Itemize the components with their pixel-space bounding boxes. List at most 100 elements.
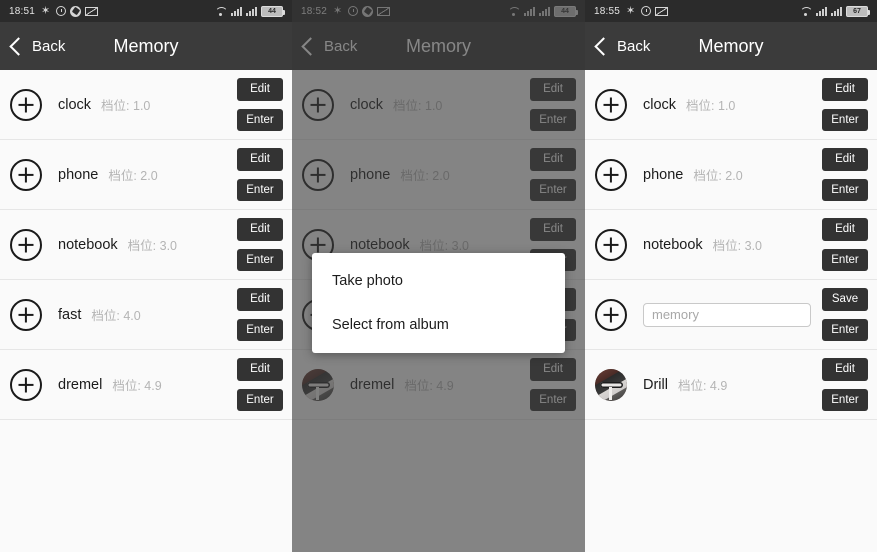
add-item-icon[interactable] bbox=[10, 228, 42, 261]
save-button[interactable]: Save bbox=[822, 287, 868, 311]
edit-button[interactable]: Edit bbox=[822, 357, 868, 381]
list-item-actions: Edit Enter bbox=[237, 77, 283, 132]
edit-button[interactable]: Edit bbox=[237, 147, 283, 171]
enter-button[interactable]: Enter bbox=[822, 178, 868, 202]
plus-icon bbox=[597, 231, 625, 259]
list-item-label: phone bbox=[58, 166, 99, 183]
enter-button[interactable]: Enter bbox=[822, 318, 868, 342]
edit-button[interactable]: Edit bbox=[237, 217, 283, 241]
list-item: dremel 档位: 4.9 Edit Enter bbox=[0, 350, 292, 420]
list-item-meta: 档位: 4.9 bbox=[112, 379, 162, 393]
list-item-actions: Edit Enter bbox=[237, 217, 283, 272]
add-item-icon[interactable] bbox=[10, 298, 42, 331]
mail-icon bbox=[85, 6, 99, 16]
alarm-icon bbox=[56, 6, 67, 16]
back-button-label: Back bbox=[617, 37, 651, 55]
battery-indicator: 67 bbox=[846, 5, 870, 17]
plus-icon bbox=[597, 91, 625, 119]
status-bar: 18:55 ✶ 67 bbox=[585, 0, 877, 22]
list-item-meta: 档位: 2.0 bbox=[108, 169, 158, 183]
edit-button[interactable]: Edit bbox=[237, 357, 283, 381]
empty-area bbox=[0, 420, 292, 552]
signal-icon bbox=[816, 6, 827, 16]
alarm-icon bbox=[641, 6, 652, 16]
battery-level: 44 bbox=[268, 7, 276, 15]
list-item-actions: Edit Enter bbox=[822, 357, 868, 412]
enter-button[interactable]: Enter bbox=[237, 108, 283, 132]
chevron-left-icon bbox=[594, 36, 613, 56]
wifi-icon bbox=[214, 6, 227, 16]
battery-indicator: 44 bbox=[261, 5, 285, 17]
dialog-option-select-album[interactable]: Select from album bbox=[312, 303, 565, 347]
plus-icon bbox=[12, 161, 40, 189]
back-button[interactable]: Back bbox=[0, 36, 66, 56]
list-item: clock 档位: 1.0 Edit Enter bbox=[0, 70, 292, 140]
add-item-icon[interactable] bbox=[595, 88, 627, 121]
bluetooth-icon: ✶ bbox=[626, 4, 636, 17]
back-button[interactable]: Back bbox=[585, 36, 651, 56]
bluetooth-icon: ✶ bbox=[41, 4, 51, 17]
list-item: Save Enter bbox=[585, 280, 877, 350]
photo-source-dialog: Take photo Select from album bbox=[312, 253, 565, 353]
edit-button[interactable]: Edit bbox=[822, 147, 868, 171]
item-list: clock 档位: 1.0 Edit Enter phone 档位: 2.0 Edit Ent… bbox=[585, 70, 877, 420]
list-item-label: notebook bbox=[58, 236, 118, 253]
add-item-icon[interactable] bbox=[10, 158, 42, 191]
status-time: 18:51 bbox=[9, 5, 36, 17]
plus-icon bbox=[597, 301, 625, 329]
list-item: phone 档位: 2.0 Edit Enter bbox=[0, 140, 292, 210]
avatar-photo[interactable] bbox=[595, 368, 627, 401]
status-bar-left: 18:55 ✶ bbox=[594, 4, 669, 17]
list-item-label: clock bbox=[58, 96, 92, 113]
enter-button[interactable]: Enter bbox=[237, 178, 283, 202]
signal-icon bbox=[246, 6, 257, 16]
nav-bar: BackMemory bbox=[0, 22, 292, 70]
mail-icon bbox=[655, 6, 669, 16]
list-item-label: fast bbox=[58, 306, 82, 323]
list-item-label: dremel bbox=[58, 376, 103, 393]
signal-icon bbox=[231, 6, 242, 16]
list-item: clock 档位: 1.0 Edit Enter bbox=[585, 70, 877, 140]
add-item-icon[interactable] bbox=[595, 298, 627, 331]
list-item: notebook 档位: 3.0 Edit Enter bbox=[585, 210, 877, 280]
enter-button[interactable]: Enter bbox=[822, 108, 868, 132]
status-bar-right: 44 bbox=[214, 5, 285, 17]
chevron-left-icon bbox=[9, 36, 28, 56]
plus-icon bbox=[12, 301, 40, 329]
list-item-actions: Edit Enter bbox=[237, 357, 283, 412]
back-button-label: Back bbox=[32, 37, 66, 55]
edit-button[interactable]: Edit bbox=[237, 287, 283, 311]
panel-rename-entry: 18:55 ✶ 67 Back Memory clock 档位: 1.0 Edit Enter p… bbox=[585, 0, 877, 552]
edit-button[interactable]: Edit bbox=[822, 217, 868, 241]
list-item-meta: 档位: 4.0 bbox=[91, 309, 141, 323]
edit-button[interactable]: Edit bbox=[822, 77, 868, 101]
enter-button[interactable]: Enter bbox=[822, 388, 868, 412]
name-input[interactable] bbox=[643, 302, 811, 327]
status-time: 18:55 bbox=[594, 5, 621, 17]
plus-icon bbox=[12, 91, 40, 119]
add-item-icon[interactable] bbox=[595, 228, 627, 261]
item-list: clock 档位: 1.0 Edit Enter phone 档位: 2.0 Edit Ent… bbox=[0, 70, 292, 420]
dialog-option-take-photo[interactable]: Take photo bbox=[312, 259, 565, 303]
list-item-actions: Edit Enter bbox=[822, 77, 868, 132]
panel-initial-list: 18:51 ✶ 44 Back Memory clock 档位: 1.0 Edit Enter p… bbox=[0, 0, 292, 552]
add-item-icon[interactable] bbox=[10, 88, 42, 121]
list-item-meta: 档位: 1.0 bbox=[686, 99, 736, 113]
add-item-icon[interactable] bbox=[595, 158, 627, 191]
list-item-actions: Edit Enter bbox=[237, 287, 283, 342]
edit-button[interactable]: Edit bbox=[237, 77, 283, 101]
add-item-icon[interactable] bbox=[10, 368, 42, 401]
list-item: notebook 档位: 3.0 Edit Enter bbox=[0, 210, 292, 280]
three-panel-comparison: 18:51 ✶ 44 Back Memory clock 档位: 1.0 Edit Enter p… bbox=[0, 0, 877, 552]
enter-button[interactable]: Enter bbox=[237, 318, 283, 342]
list-item-meta: 档位: 3.0 bbox=[712, 239, 762, 253]
plus-icon bbox=[12, 231, 40, 259]
list-item: Drill 档位: 4.9 Edit Enter bbox=[585, 350, 877, 420]
signal-icon bbox=[831, 6, 842, 16]
enter-button[interactable]: Enter bbox=[822, 248, 868, 272]
list-item: phone 档位: 2.0 Edit Enter bbox=[585, 140, 877, 210]
list-item-label: notebook bbox=[643, 236, 703, 253]
enter-button[interactable]: Enter bbox=[237, 388, 283, 412]
enter-button[interactable]: Enter bbox=[237, 248, 283, 272]
list-item-label: Drill bbox=[643, 376, 668, 393]
